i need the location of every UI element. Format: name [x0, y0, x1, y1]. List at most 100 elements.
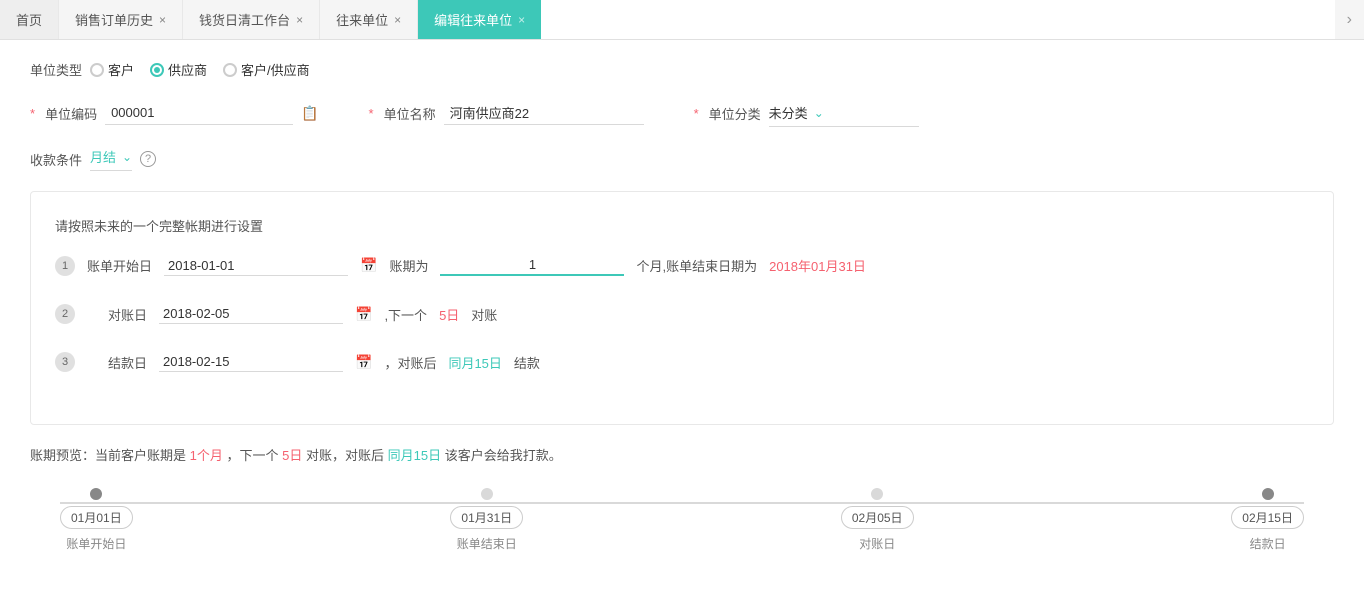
tab-partner[interactable]: 往来单位 ×: [320, 0, 418, 39]
radio-circle-both: [223, 63, 237, 77]
unit-type-group: 单位类型 客户 供应商 客户/供应商: [30, 60, 310, 79]
reconcile-desc-pre: ,下一个: [384, 305, 427, 324]
radio-circle-customer: [90, 63, 104, 77]
tab-home-label: 首页: [16, 10, 42, 29]
tab-cash-work-label: 钱货日清工作台: [199, 10, 290, 29]
unit-category-select[interactable]: 未分类 ⌄: [769, 99, 919, 127]
radio-supplier[interactable]: 供应商: [150, 60, 207, 79]
timeline-point-1: 01月01日 账单开始日: [60, 488, 133, 552]
payment-desc-pre: ，对账后: [384, 353, 436, 372]
radio-circle-supplier: [150, 63, 164, 77]
payment-terms-value: 月结: [90, 147, 116, 166]
close-icon[interactable]: ×: [159, 13, 166, 27]
radio-supplier-label: 供应商: [168, 60, 207, 79]
tab-home[interactable]: 首页: [0, 0, 59, 39]
payment-desc-post: 结款: [514, 353, 540, 372]
unit-category-chevron: ⌄: [814, 106, 824, 120]
payment-terms-select[interactable]: 月结 ⌄: [90, 147, 132, 171]
timeline-container: 01月01日 账单开始日 01月31日 账单结束日 02月05日 对账日 02月…: [30, 488, 1334, 552]
period-end-date: 2018年01月31日: [769, 256, 866, 275]
payment-terms-group: 收款条件 月结 ⌄ ?: [30, 147, 156, 171]
tab-edit-partner-label: 编辑往来单位: [434, 10, 512, 29]
unit-type-label: 单位类型: [30, 60, 82, 79]
timeline-sublabel-3: 对账日: [859, 535, 895, 552]
timeline-points: 01月01日 账单开始日 01月31日 账单结束日 02月05日 对账日 02月…: [60, 488, 1304, 552]
payment-terms-chevron: ⌄: [122, 150, 132, 164]
unit-category-value: 未分类: [769, 103, 808, 122]
tab-edit-partner[interactable]: 编辑往来单位 ×: [418, 0, 541, 39]
timeline-bubble-1: 01月01日: [60, 506, 133, 529]
row-label-2: 对账日: [87, 305, 147, 324]
code-name-row: * 单位编码 📋 * 单位名称 * 单位分类 未分类 ⌄: [30, 99, 1334, 127]
unit-category-star: *: [694, 106, 699, 121]
timeline-sublabel-2: 账单结束日: [457, 535, 517, 552]
timeline-dot-3: [871, 488, 883, 500]
radio-customer[interactable]: 客户: [90, 60, 134, 79]
preview-part1: 1个月: [190, 448, 223, 463]
unit-name-group: * 单位名称: [369, 101, 644, 125]
row-num-2: 2: [55, 304, 75, 324]
close-icon[interactable]: ×: [394, 13, 401, 27]
section-box: 请按照未来的一个完整帐期进行设置 1 账单开始日 📅 账期为 个月,账单结束日期…: [30, 191, 1334, 425]
payment-terms-row: 收款条件 月结 ⌄ ?: [30, 147, 1334, 171]
help-icon[interactable]: ?: [140, 151, 156, 167]
preview-section: 账期预览：当前客户账期是 1个月 ，下一个 5日 对账，对账后 同月15日 该客…: [30, 445, 1334, 464]
tab-expand-button[interactable]: ›: [1335, 0, 1364, 39]
unit-code-input[interactable]: [105, 101, 293, 125]
unit-code-star: *: [30, 106, 35, 121]
payment-date-input[interactable]: [159, 352, 343, 372]
preview-label: 账期预览：当前客户账期是: [30, 448, 186, 463]
timeline-dot-1: [90, 488, 102, 500]
unit-category-label: 单位分类: [709, 104, 761, 123]
main-content: 单位类型 客户 供应商 客户/供应商 * 单位编码: [0, 40, 1364, 608]
timeline-bubble-3: 02月05日: [841, 506, 914, 529]
preview-part3: 同月15日: [388, 448, 441, 463]
radio-group: 客户 供应商 客户/供应商: [90, 60, 310, 79]
period-input[interactable]: [440, 255, 624, 276]
preview-end: 该客户会给我打款。: [445, 448, 562, 463]
calendar-icon-2[interactable]: 📅: [355, 306, 372, 323]
section-title: 请按照未来的一个完整帐期进行设置: [55, 216, 1309, 235]
calendar-icon-1[interactable]: 📅: [360, 257, 377, 274]
tab-cash-work[interactable]: 钱货日清工作台 ×: [183, 0, 320, 39]
unit-name-input[interactable]: [444, 101, 644, 125]
row-start-date: 1 账单开始日 📅 账期为 个月,账单结束日期为 2018年01月31日: [55, 255, 1309, 276]
radio-both-label: 客户/供应商: [241, 60, 310, 79]
preview-mid1: ，下一个: [227, 448, 279, 463]
timeline-dot-4: [1262, 488, 1274, 500]
preview-mid2: 对账，对账后: [306, 448, 384, 463]
row-num-3: 3: [55, 352, 75, 372]
unit-category-group: * 单位分类 未分类 ⌄: [694, 99, 919, 127]
row-payment: 3 结款日 📅 ，对账后 同月15日 结款: [55, 352, 1309, 372]
close-icon[interactable]: ×: [518, 13, 525, 27]
calendar-icon-code[interactable]: 📋: [301, 105, 318, 122]
reconcile-highlight: 5日: [439, 305, 459, 324]
unit-code-label: 单位编码: [45, 104, 97, 123]
unit-code-group: * 单位编码 📋: [30, 101, 319, 125]
reconcile-desc-post: 对账: [471, 305, 497, 324]
timeline-bubble-4: 02月15日: [1231, 506, 1304, 529]
payment-highlight: 同月15日: [448, 353, 501, 372]
unit-name-label: 单位名称: [384, 104, 436, 123]
timeline-point-4: 02月15日 结款日: [1231, 488, 1304, 552]
row-num-1: 1: [55, 256, 75, 276]
row-label-1: 账单开始日: [87, 256, 152, 275]
timeline-sublabel-4: 结款日: [1250, 535, 1286, 552]
tab-sales-history-label: 销售订单历史: [75, 10, 153, 29]
tab-sales-history[interactable]: 销售订单历史 ×: [59, 0, 183, 39]
unit-name-star: *: [369, 106, 374, 121]
preview-part2: 5日: [282, 448, 302, 463]
calendar-icon-3[interactable]: 📅: [355, 354, 372, 371]
timeline-sublabel-1: 账单开始日: [66, 535, 126, 552]
radio-both[interactable]: 客户/供应商: [223, 60, 310, 79]
timeline-bubble-2: 01月31日: [450, 506, 523, 529]
start-date-input[interactable]: [164, 256, 348, 276]
timeline-point-3: 02月05日 对账日: [841, 488, 914, 552]
timeline-point-2: 01月31日 账单结束日: [450, 488, 523, 552]
radio-customer-label: 客户: [108, 60, 134, 79]
unit-type-row: 单位类型 客户 供应商 客户/供应商: [30, 60, 1334, 79]
period-unit: 个月,账单结束日期为: [636, 256, 757, 275]
close-icon[interactable]: ×: [296, 13, 303, 27]
tab-partner-label: 往来单位: [336, 10, 388, 29]
reconcile-date-input[interactable]: [159, 304, 343, 324]
